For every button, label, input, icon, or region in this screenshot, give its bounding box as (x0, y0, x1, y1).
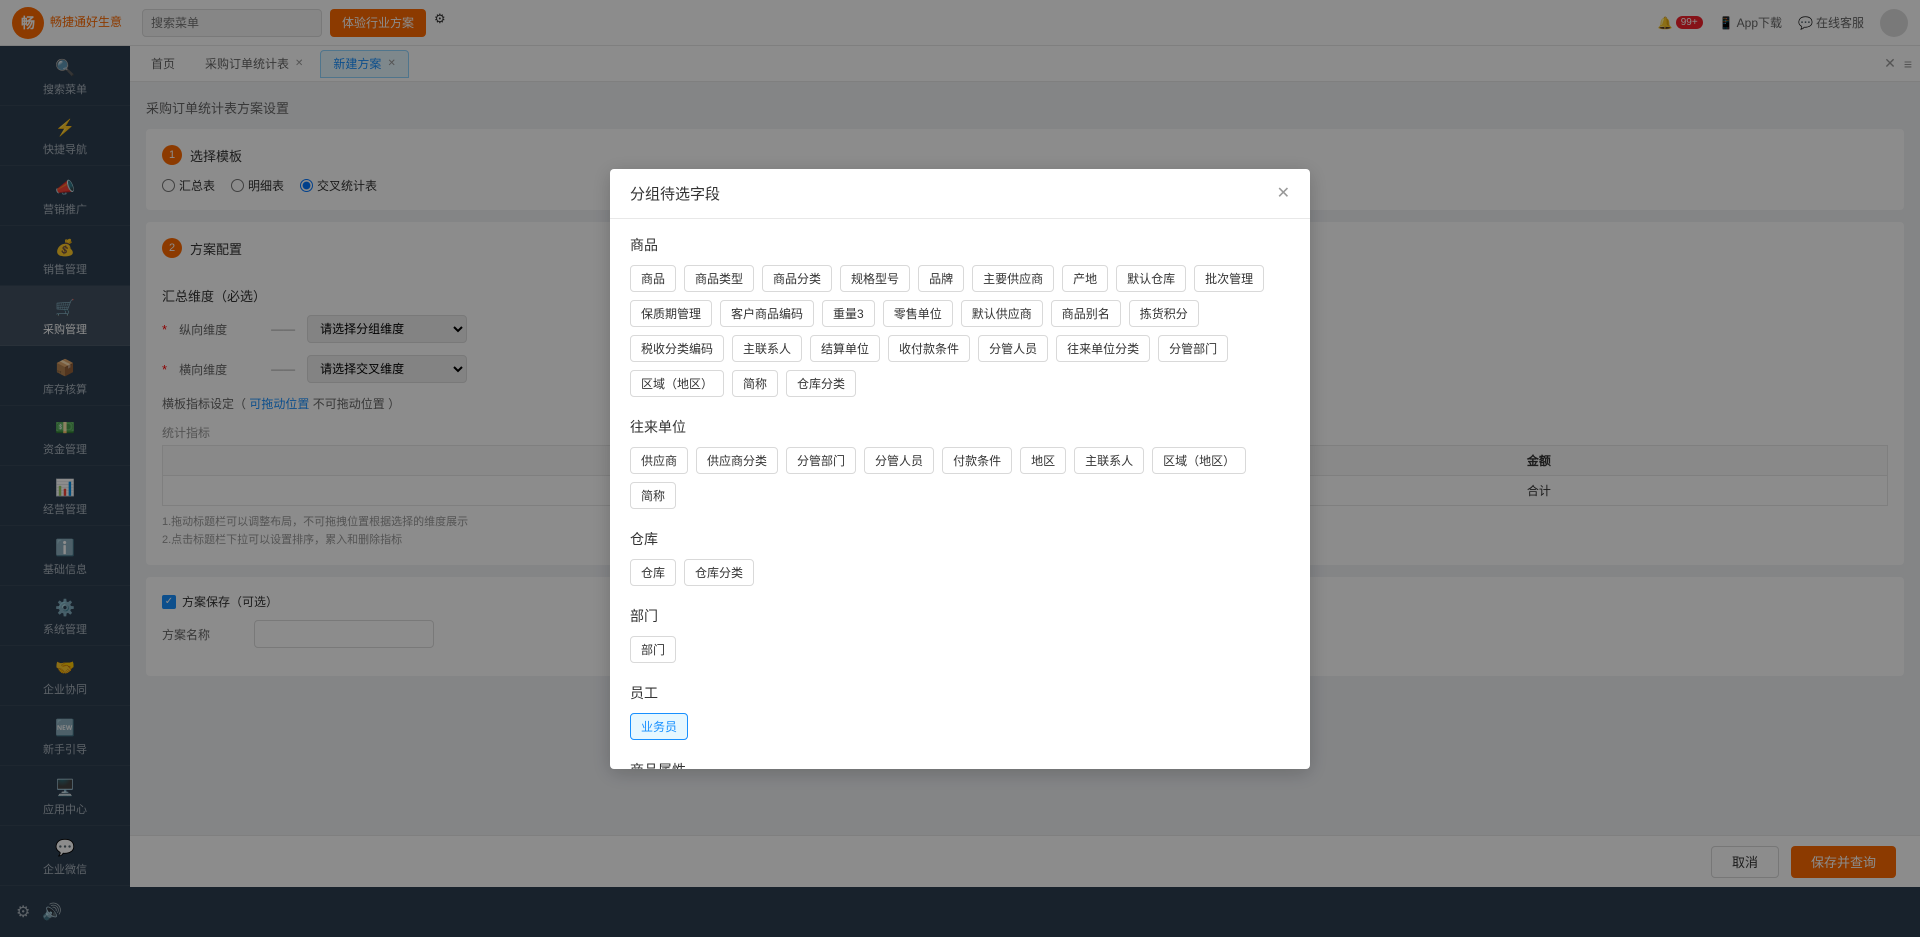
field-tags-department: 部门 (630, 636, 1290, 663)
field-tag[interactable]: 品牌 (918, 265, 964, 292)
modal: 分组待选字段 ✕ 商品 商品 商品类型 商品分类 规格型号 品牌 主要供应商 产… (610, 169, 1310, 769)
field-tag[interactable]: 商品类型 (684, 265, 754, 292)
field-tag[interactable]: 分管人员 (864, 447, 934, 474)
field-tag[interactable]: 零售单位 (883, 300, 953, 327)
modal-close-icon[interactable]: ✕ (1277, 183, 1290, 203)
field-section-counterpart: 往来单位 供应商 供应商分类 分管部门 分管人员 付款条件 地区 主联系人 区域… (630, 417, 1290, 509)
field-tag[interactable]: 默认仓库 (1116, 265, 1186, 292)
field-section-product: 商品 商品 商品类型 商品分类 规格型号 品牌 主要供应商 产地 默认仓库 批次… (630, 235, 1290, 397)
field-tag[interactable]: 简称 (732, 370, 778, 397)
field-tag[interactable]: 规格型号 (840, 265, 910, 292)
field-tag[interactable]: 收付款条件 (888, 335, 970, 362)
field-tag[interactable]: 简称 (630, 482, 676, 509)
field-tag[interactable]: 税收分类编码 (630, 335, 724, 362)
field-tag[interactable]: 产地 (1062, 265, 1108, 292)
field-tags-product: 商品 商品类型 商品分类 规格型号 品牌 主要供应商 产地 默认仓库 批次管理 … (630, 265, 1290, 397)
field-tag[interactable]: 重量3 (822, 300, 875, 327)
field-tag[interactable]: 主要供应商 (972, 265, 1054, 292)
modal-title: 分组待选字段 (630, 183, 720, 204)
field-section-employee: 员工 业务员 (630, 683, 1290, 740)
field-tags-employee: 业务员 (630, 713, 1290, 740)
field-tag[interactable]: 区域（地区） (1152, 447, 1246, 474)
field-tag[interactable]: 分管部门 (1158, 335, 1228, 362)
field-tag[interactable]: 默认供应商 (961, 300, 1043, 327)
field-section-product-attr: 商品属性 属性 颜色 多规格 尺码 鞋码 1 (630, 760, 1290, 769)
field-tag[interactable]: 商品别名 (1051, 300, 1121, 327)
field-tag[interactable]: 往来单位分类 (1056, 335, 1150, 362)
section-title-product: 商品 (630, 235, 1290, 255)
field-tag[interactable]: 地区 (1020, 447, 1066, 474)
field-tag[interactable]: 商品 (630, 265, 676, 292)
field-tag[interactable]: 结算单位 (810, 335, 880, 362)
field-tag[interactable]: 客户商品编码 (720, 300, 814, 327)
section-title-department: 部门 (630, 606, 1290, 626)
field-tag[interactable]: 商品分类 (762, 265, 832, 292)
section-title-counterpart: 往来单位 (630, 417, 1290, 437)
section-title-warehouse: 仓库 (630, 529, 1290, 549)
field-tag[interactable]: 拣货积分 (1129, 300, 1199, 327)
modal-overlay: 分组待选字段 ✕ 商品 商品 商品类型 商品分类 规格型号 品牌 主要供应商 产… (0, 0, 1920, 937)
modal-body: 商品 商品 商品类型 商品分类 规格型号 品牌 主要供应商 产地 默认仓库 批次… (610, 219, 1310, 769)
field-tag[interactable]: 主联系人 (1074, 447, 1144, 474)
field-tag[interactable]: 付款条件 (942, 447, 1012, 474)
field-tag[interactable]: 保质期管理 (630, 300, 712, 327)
field-section-warehouse: 仓库 仓库 仓库分类 (630, 529, 1290, 586)
modal-header: 分组待选字段 ✕ (610, 169, 1310, 219)
field-tag[interactable]: 仓库 (630, 559, 676, 586)
field-tags-warehouse: 仓库 仓库分类 (630, 559, 1290, 586)
field-tag[interactable]: 主联系人 (732, 335, 802, 362)
field-tag[interactable]: 仓库分类 (786, 370, 856, 397)
field-section-department: 部门 部门 (630, 606, 1290, 663)
field-tags-counterpart: 供应商 供应商分类 分管部门 分管人员 付款条件 地区 主联系人 区域（地区） … (630, 447, 1290, 509)
field-tag[interactable]: 分管部门 (786, 447, 856, 474)
field-tag[interactable]: 区域（地区） (630, 370, 724, 397)
field-tag-salesperson[interactable]: 业务员 (630, 713, 688, 740)
field-tag[interactable]: 供应商分类 (696, 447, 778, 474)
field-tag[interactable]: 供应商 (630, 447, 688, 474)
field-tag[interactable]: 批次管理 (1194, 265, 1264, 292)
field-tag[interactable]: 分管人员 (978, 335, 1048, 362)
field-tag[interactable]: 部门 (630, 636, 676, 663)
field-tag[interactable]: 仓库分类 (684, 559, 754, 586)
section-title-employee: 员工 (630, 683, 1290, 703)
section-title-product-attr: 商品属性 (630, 760, 1290, 769)
